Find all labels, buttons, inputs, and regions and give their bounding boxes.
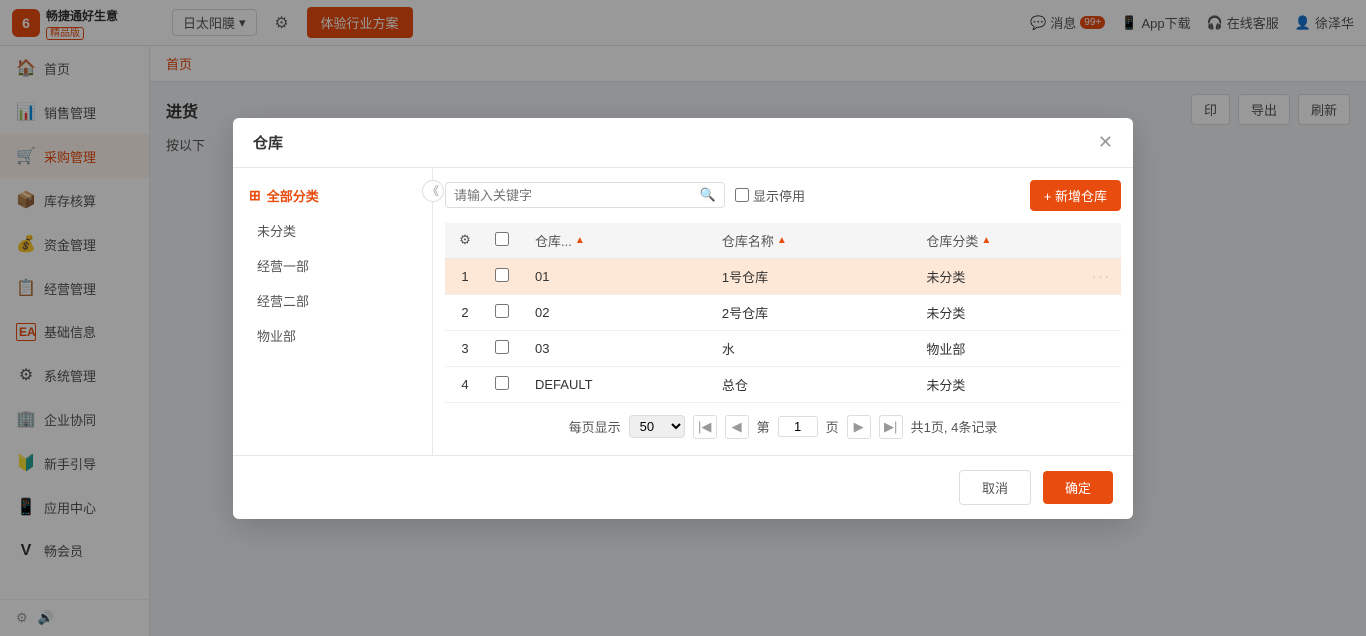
row-code: 03	[525, 330, 712, 366]
search-input[interactable]	[454, 188, 700, 203]
page-number-input[interactable]	[778, 416, 818, 437]
sort-category[interactable]: 仓库分类 ▲	[926, 231, 1111, 250]
search-icon[interactable]: 🔍	[700, 187, 716, 203]
warehouse-modal: 仓库 ✕ ⊞ 全部分类 未分类 经营一部 经营二部 物业部 《	[233, 118, 1133, 519]
add-warehouse-button[interactable]: + 新增仓库	[1030, 180, 1121, 211]
modal-body: ⊞ 全部分类 未分类 经营一部 经营二部 物业部 《 🔍	[233, 168, 1133, 455]
row-name: 总仓	[712, 366, 917, 402]
table-header: ⚙ 仓库... ▲	[445, 223, 1121, 259]
th-code: 仓库... ▲	[525, 223, 712, 259]
search-box: 🔍	[445, 182, 725, 208]
th-name: 仓库名称 ▲	[712, 223, 917, 259]
sort-code[interactable]: 仓库... ▲	[535, 231, 702, 250]
page-label: 第	[757, 417, 770, 436]
grid-icon: ⊞	[249, 187, 261, 204]
row-index: 3	[445, 330, 485, 366]
row-name: 2号仓库	[712, 294, 917, 330]
row-checkbox[interactable]	[495, 304, 509, 318]
modal-overlay: 仓库 ✕ ⊞ 全部分类 未分类 经营一部 经营二部 物业部 《	[0, 0, 1366, 636]
confirm-button[interactable]: 确定	[1043, 471, 1113, 504]
modal-title: 仓库	[253, 132, 283, 153]
table-row[interactable]: 2 02 2号仓库 未分类	[445, 294, 1121, 330]
show-disabled-label[interactable]: 显示停用	[735, 186, 805, 205]
category-item-dept1[interactable]: 经营一部	[233, 248, 432, 283]
category-all-label: 全部分类	[267, 186, 319, 205]
row-name: 水	[712, 330, 917, 366]
sort-category-icon: ▲	[981, 235, 991, 246]
row-code: 02	[525, 294, 712, 330]
category-item-dept2[interactable]: 经营二部	[233, 283, 432, 318]
modal-footer: 取消 确定	[233, 455, 1133, 519]
sort-name[interactable]: 仓库名称 ▲	[722, 231, 907, 250]
show-disabled-text: 显示停用	[753, 186, 805, 205]
table-body: 1 01 1号仓库 未分类 ···	[445, 258, 1121, 402]
row-checkbox[interactable]	[495, 268, 509, 282]
row-name: 1号仓库	[712, 258, 917, 294]
row-code: DEFAULT	[525, 366, 712, 402]
page-suffix: 页	[826, 417, 839, 436]
row-category: 未分类	[916, 294, 1121, 330]
row-category: 未分类	[916, 366, 1121, 402]
modal-header: 仓库 ✕	[233, 118, 1133, 168]
modal-close-button[interactable]: ✕	[1098, 132, 1113, 153]
sort-code-icon: ▲	[575, 235, 585, 246]
first-page-button[interactable]: |◀	[693, 415, 717, 439]
row-category: 未分类 ···	[916, 258, 1121, 294]
total-info: 共1页, 4条记录	[911, 417, 998, 436]
category-panel: ⊞ 全部分类 未分类 经营一部 经营二部 物业部 《	[233, 168, 433, 455]
per-page-label: 每页显示	[569, 417, 621, 436]
column-settings-icon[interactable]: ⚙	[459, 232, 471, 247]
prev-page-button[interactable]: ◀	[725, 415, 749, 439]
row-more-button[interactable]: ···	[1092, 269, 1111, 284]
category-item-property[interactable]: 物业部	[233, 318, 432, 353]
collapse-panel-button[interactable]: 《	[422, 180, 444, 202]
row-code: 01	[525, 258, 712, 294]
cancel-button[interactable]: 取消	[959, 470, 1031, 505]
row-index: 2	[445, 294, 485, 330]
table-container: ⚙ 仓库... ▲	[445, 223, 1121, 403]
row-category: 物业部	[916, 330, 1121, 366]
th-settings: ⚙	[445, 223, 485, 259]
row-index: 4	[445, 366, 485, 402]
row-index: 1	[445, 258, 485, 294]
category-item-unclassified[interactable]: 未分类	[233, 213, 432, 248]
page-size-select: 50 100 200	[629, 415, 685, 438]
table-row[interactable]: 4 DEFAULT 总仓 未分类	[445, 366, 1121, 402]
table-row[interactable]: 1 01 1号仓库 未分类 ···	[445, 258, 1121, 294]
th-category: 仓库分类 ▲	[916, 223, 1121, 259]
next-page-button[interactable]: ▶	[847, 415, 871, 439]
category-all[interactable]: ⊞ 全部分类	[233, 178, 432, 213]
page-size-dropdown[interactable]: 50 100 200	[629, 415, 685, 438]
warehouse-table: ⚙ 仓库... ▲	[445, 223, 1121, 403]
table-panel: 🔍 显示停用 + 新增仓库 ⚙	[433, 168, 1133, 455]
row-checkbox[interactable]	[495, 340, 509, 354]
sort-name-icon: ▲	[777, 235, 787, 246]
select-all-checkbox[interactable]	[495, 232, 509, 246]
table-row[interactable]: 3 03 水 物业部	[445, 330, 1121, 366]
row-checkbox[interactable]	[495, 376, 509, 390]
show-disabled-checkbox[interactable]	[735, 188, 749, 202]
th-checkbox	[485, 223, 525, 259]
last-page-button[interactable]: ▶|	[879, 415, 903, 439]
pagination-bar: 每页显示 50 100 200 |◀ ◀ 第 页 ▶ ▶|	[445, 403, 1121, 443]
table-toolbar: 🔍 显示停用 + 新增仓库	[445, 180, 1121, 211]
